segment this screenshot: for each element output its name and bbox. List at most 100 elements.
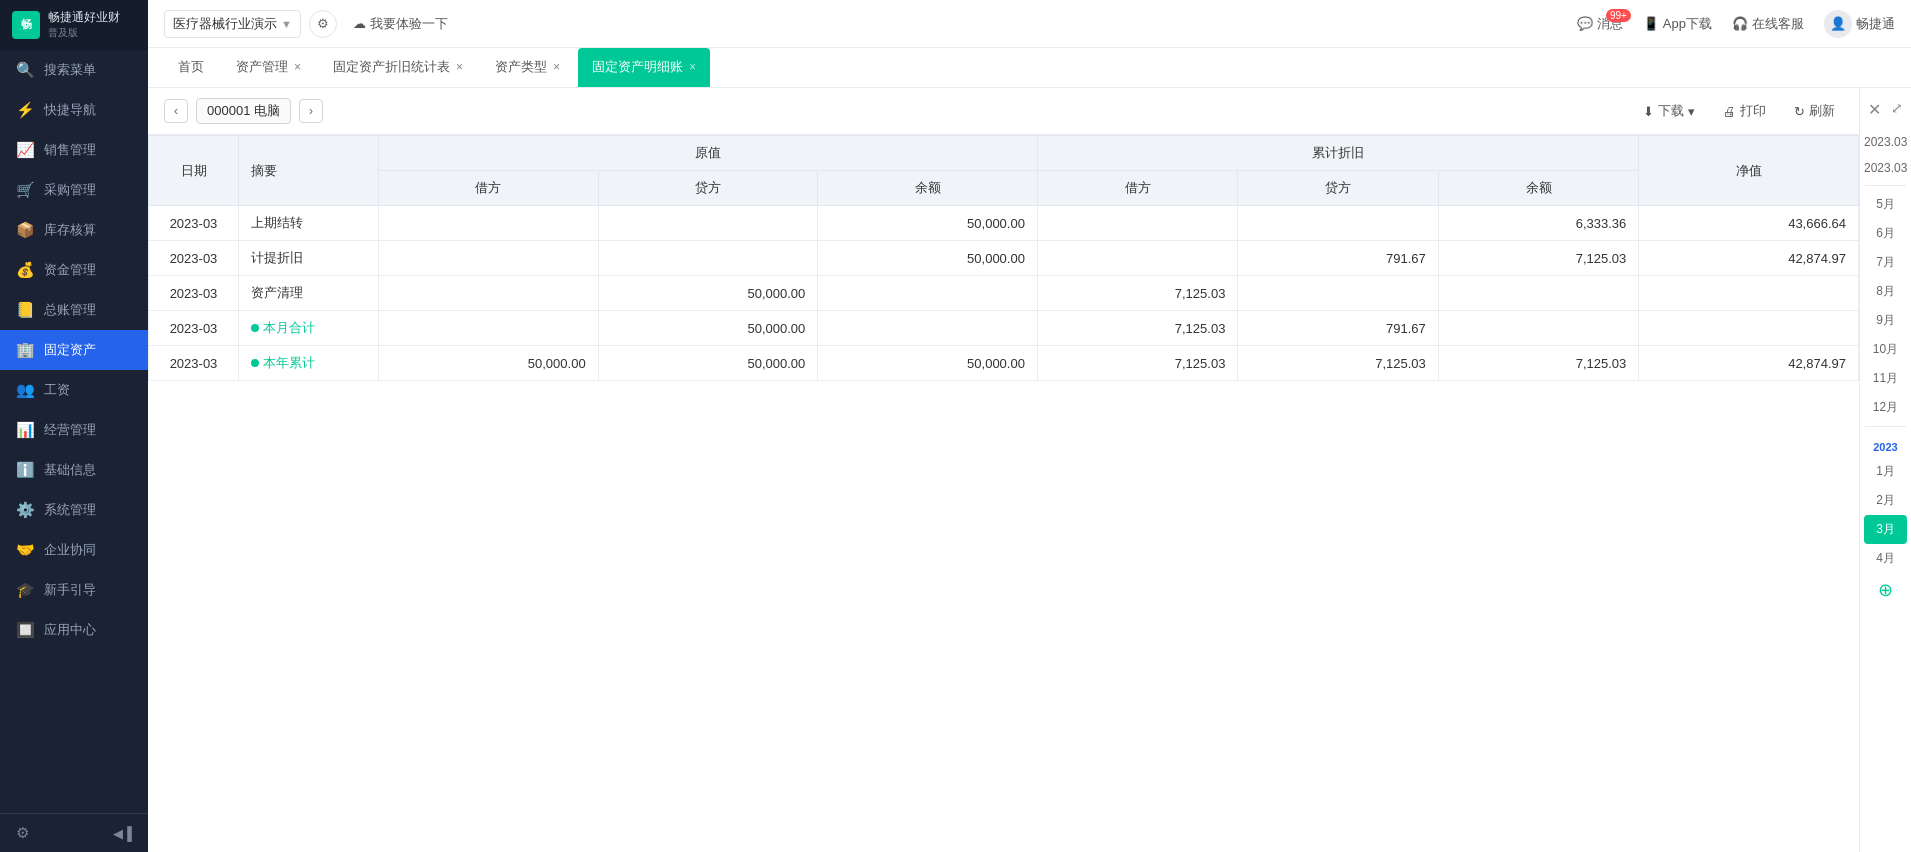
- tab-close-icon[interactable]: ×: [689, 60, 696, 74]
- cell-net-value: 43,666.64: [1639, 206, 1859, 241]
- inventory-icon: 📦: [16, 221, 34, 239]
- timeline-month-2[interactable]: 2月: [1860, 486, 1911, 515]
- tab-home[interactable]: 首页: [164, 48, 218, 87]
- logo-icon: 畅: [12, 11, 40, 39]
- timeline-separator-top: [1865, 185, 1906, 186]
- timeline-month-3-active[interactable]: 3月: [1864, 515, 1907, 544]
- timeline-month-11[interactable]: 11月: [1860, 364, 1911, 393]
- sidebar-item-label: 总账管理: [44, 301, 96, 319]
- sidebar-item-system[interactable]: ⚙️ 系统管理: [0, 490, 148, 530]
- company-selector[interactable]: 医疗器械行业演示 ▼: [164, 10, 301, 38]
- sales-icon: 📈: [16, 141, 34, 159]
- timeline-month-10[interactable]: 10月: [1860, 335, 1911, 364]
- sidebar-item-label: 库存核算: [44, 221, 96, 239]
- timeline-month-6[interactable]: 6月: [1860, 219, 1911, 248]
- tab-asset-detail[interactable]: 固定资产明细账 ×: [578, 48, 710, 87]
- asset-tag: 000001 电脑: [196, 98, 291, 124]
- print-button[interactable]: 🖨 打印: [1715, 98, 1774, 124]
- timeline-month-9[interactable]: 9月: [1860, 306, 1911, 335]
- cell-orig-credit: [598, 206, 818, 241]
- cell-orig-credit: 50,000.00: [598, 276, 818, 311]
- tab-asset-type[interactable]: 资产类型 ×: [481, 48, 574, 87]
- cell-acc-debit: 7,125.03: [1037, 346, 1237, 381]
- tab-close-icon[interactable]: ×: [553, 60, 560, 74]
- summary-text: 资产清理: [251, 285, 303, 300]
- col-header-original-value: 原值: [379, 136, 1038, 171]
- cell-acc-credit: 791.67: [1238, 241, 1438, 276]
- tab-asset-mgmt[interactable]: 资产管理 ×: [222, 48, 315, 87]
- experience-icon: ☁: [353, 16, 366, 31]
- settings-button[interactable]: ⚙: [309, 10, 337, 38]
- prev-asset-button[interactable]: ‹: [164, 99, 188, 123]
- cell-acc-balance: [1438, 311, 1638, 346]
- experience-button[interactable]: ☁ 我要体验一下: [353, 15, 448, 33]
- timeline-down-button[interactable]: ⊕: [1878, 579, 1893, 601]
- summary-text: 计提折旧: [251, 250, 303, 265]
- col-header-date: 日期: [149, 136, 239, 206]
- sidebar-item-basic-info[interactable]: ℹ️ 基础信息: [0, 450, 148, 490]
- collapse-button[interactable]: ◀▐: [113, 826, 132, 841]
- basic-info-icon: ℹ️: [16, 461, 34, 479]
- tab-close-icon[interactable]: ×: [456, 60, 463, 74]
- user-profile[interactable]: 👤 畅捷通: [1824, 10, 1895, 38]
- cell-acc-debit: 7,125.03: [1037, 276, 1237, 311]
- sidebar-item-inventory[interactable]: 📦 库存核算: [0, 210, 148, 250]
- download-button[interactable]: ⬇ 下载 ▾: [1635, 98, 1703, 124]
- tab-depreciation-stats[interactable]: 固定资产折旧统计表 ×: [319, 48, 477, 87]
- sidebar-item-sales[interactable]: 📈 销售管理: [0, 130, 148, 170]
- sidebar-item-ledger[interactable]: 📒 总账管理: [0, 290, 148, 330]
- sidebar-item-operations[interactable]: 📊 经营管理: [0, 410, 148, 450]
- cell-summary: 资产清理: [239, 276, 379, 311]
- cell-date: 2023-03: [149, 241, 239, 276]
- table-container: 日期 摘要 原值 累计折旧 净值 借方 贷方 余额 借方 贷方 余额: [148, 135, 1859, 852]
- settings-icon[interactable]: ⚙: [16, 824, 29, 842]
- sidebar-item-purchase[interactable]: 🛒 采购管理: [0, 170, 148, 210]
- sidebar-item-capital[interactable]: 💰 资金管理: [0, 250, 148, 290]
- sidebar-item-quick-nav[interactable]: ⚡ 快捷导航: [0, 90, 148, 130]
- tab-asset-type-label: 资产类型: [495, 58, 547, 76]
- timeline-month-7[interactable]: 7月: [1860, 248, 1911, 277]
- tab-asset-mgmt-label: 资产管理: [236, 58, 288, 76]
- ledger-icon: 📒: [16, 301, 34, 319]
- sidebar-item-guide[interactable]: 🎓 新手引导: [0, 570, 148, 610]
- col-header-acc-balance: 余额: [1438, 171, 1638, 206]
- cell-date: 2023-03: [149, 311, 239, 346]
- timeline-month-8[interactable]: 8月: [1860, 277, 1911, 306]
- messages-button[interactable]: 💬 消息 99+: [1577, 15, 1623, 33]
- timeline-month-1[interactable]: 1月: [1860, 457, 1911, 486]
- topbar-right: 💬 消息 99+ 📱 App下载 🎧 在线客服 👤 畅捷通: [1577, 10, 1895, 38]
- tab-home-label: 首页: [178, 58, 204, 76]
- expand-panel-button[interactable]: ⤢: [1887, 96, 1907, 123]
- timeline-month-4[interactable]: 4月: [1860, 544, 1911, 573]
- cell-acc-balance: 7,125.03: [1438, 346, 1638, 381]
- sidebar-item-fixed-assets[interactable]: 🏢 固定资产: [0, 330, 148, 370]
- sidebar: 畅 畅捷通好业财 普及版 🔍 搜索菜单 ⚡ 快捷导航 📈 销售管理 🛒 采购管理…: [0, 0, 148, 852]
- timeline-month-5[interactable]: 5月: [1860, 190, 1911, 219]
- download-label: 下载: [1658, 102, 1684, 120]
- tab-close-icon[interactable]: ×: [294, 60, 301, 74]
- sidebar-item-label: 经营管理: [44, 421, 96, 439]
- tab-depreciation-stats-label: 固定资产折旧统计表: [333, 58, 450, 76]
- message-icon: 💬: [1577, 16, 1593, 31]
- sidebar-logo: 畅 畅捷通好业财 普及版: [0, 0, 148, 50]
- sidebar-item-label: 搜索菜单: [44, 61, 96, 79]
- cell-orig-balance: 50,000.00: [818, 346, 1038, 381]
- close-panel-button[interactable]: ✕: [1864, 96, 1885, 123]
- sidebar-item-app-center[interactable]: 🔲 应用中心: [0, 610, 148, 650]
- badge-label: 本月合计: [251, 319, 315, 337]
- customer-service-label: 在线客服: [1752, 15, 1804, 33]
- refresh-button[interactable]: ↻ 刷新: [1786, 98, 1843, 124]
- cell-orig-credit: 50,000.00: [598, 346, 818, 381]
- sidebar-item-search[interactable]: 🔍 搜索菜单: [0, 50, 148, 90]
- timeline-month-12[interactable]: 12月: [1860, 393, 1911, 422]
- sidebar-item-enterprise[interactable]: 🤝 企业协同: [0, 530, 148, 570]
- logo-title: 畅捷通好业财: [48, 10, 120, 26]
- cell-acc-balance: 7,125.03: [1438, 241, 1638, 276]
- next-asset-button[interactable]: ›: [299, 99, 323, 123]
- customer-service-button[interactable]: 🎧 在线客服: [1732, 15, 1804, 33]
- dropdown-arrow-icon: ▾: [1688, 104, 1695, 119]
- sidebar-item-salary[interactable]: 👥 工资: [0, 370, 148, 410]
- app-download-button[interactable]: 📱 App下载: [1643, 15, 1712, 33]
- app-center-icon: 🔲: [16, 621, 34, 639]
- logo-subtitle: 普及版: [48, 26, 120, 40]
